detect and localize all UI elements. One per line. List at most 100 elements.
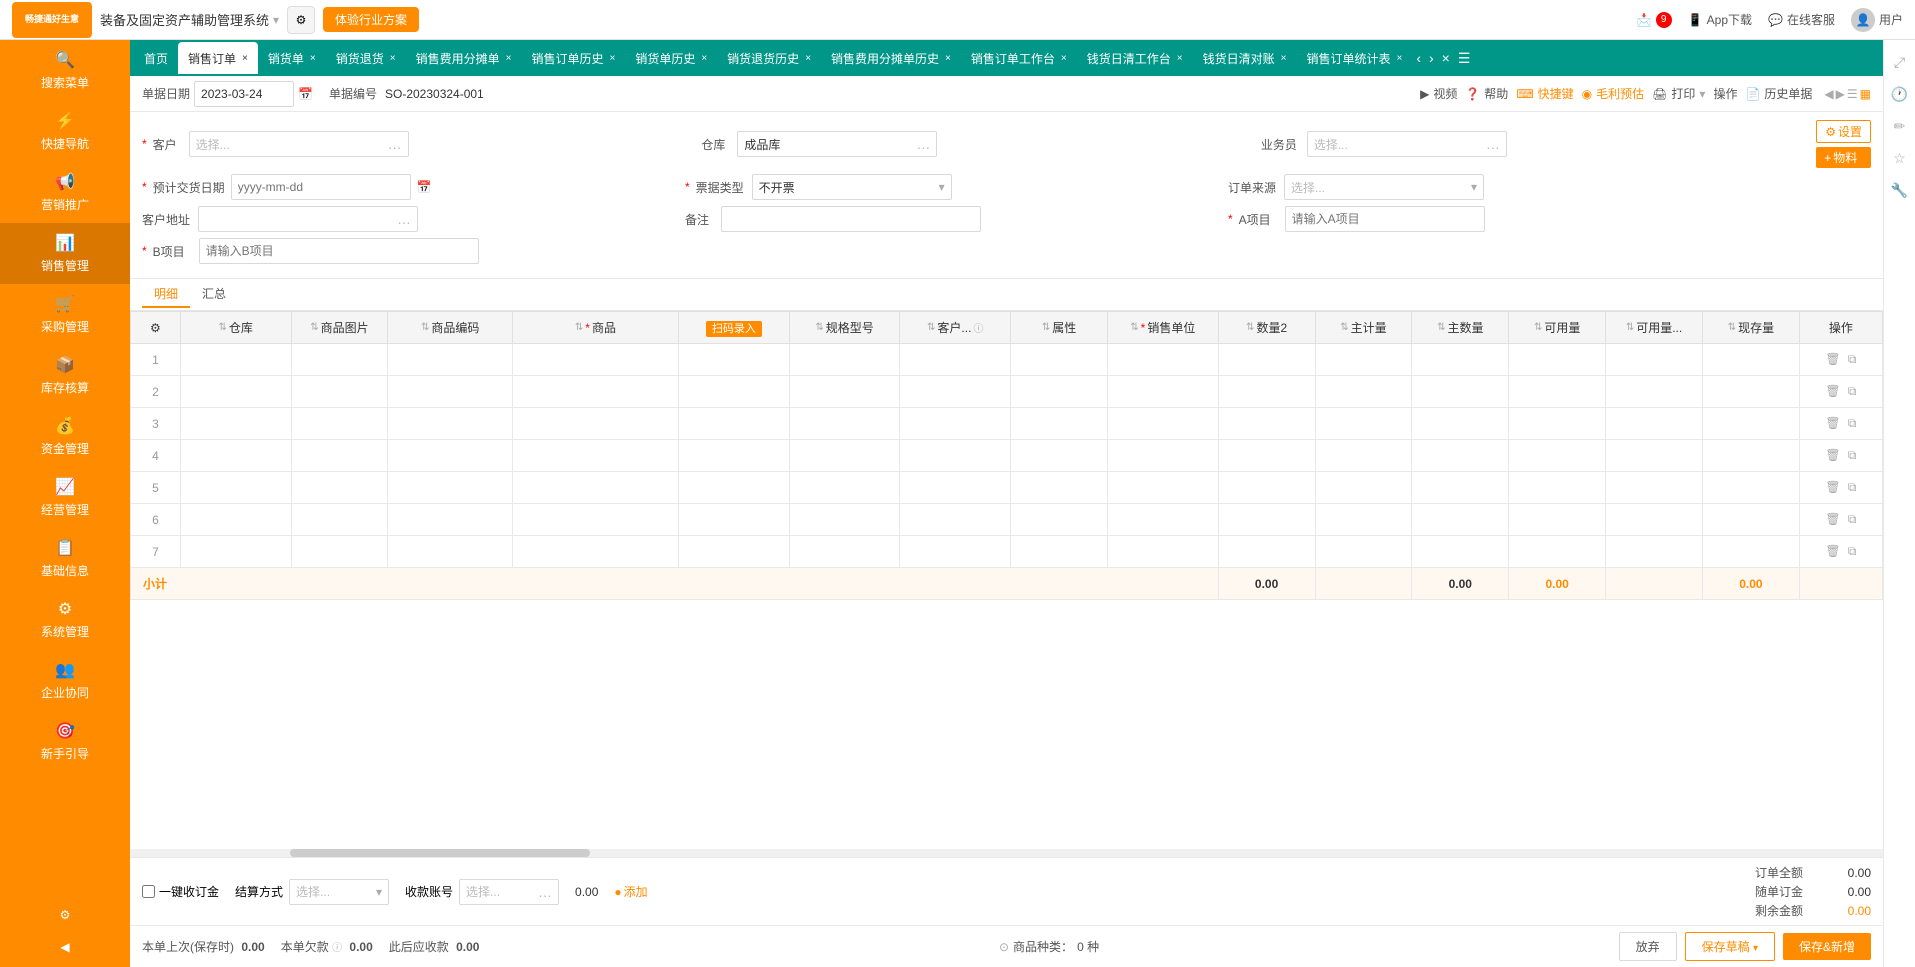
tab-order-history[interactable]: 销售订单历史 × bbox=[521, 42, 625, 74]
tab-return-history[interactable]: 销货退货历史 × bbox=[717, 42, 821, 74]
row3-main-qty[interactable] bbox=[1412, 408, 1509, 440]
online-service-button[interactable]: 💬 在线客服 bbox=[1768, 11, 1835, 28]
sidebar-item-system[interactable]: ⚙ 系统管理 bbox=[0, 589, 130, 650]
row7-spec[interactable] bbox=[789, 536, 900, 568]
operate-button[interactable]: 操作 bbox=[1713, 85, 1737, 102]
sidebar-item-base[interactable]: 📋 基础信息 bbox=[0, 528, 130, 589]
order-source-select[interactable]: 选择... ▾ bbox=[1284, 174, 1484, 200]
row6-unit[interactable] bbox=[1107, 504, 1218, 536]
tools-icon[interactable]: 🔧 bbox=[1886, 176, 1914, 204]
address-input[interactable]: … bbox=[198, 206, 418, 232]
row7-product[interactable] bbox=[512, 536, 678, 568]
expand-icon[interactable]: ⤢ bbox=[1886, 48, 1914, 76]
help-button[interactable]: ❓ 帮助 bbox=[1465, 85, 1508, 102]
row5-qty2[interactable] bbox=[1218, 472, 1315, 504]
row4-unit[interactable] bbox=[1107, 440, 1218, 472]
row6-product[interactable] bbox=[512, 504, 678, 536]
staff-select[interactable]: 选择... … bbox=[1307, 131, 1507, 157]
sidebar-collapse-icon[interactable]: ◀ bbox=[53, 935, 77, 959]
scroll-bar[interactable] bbox=[290, 849, 590, 857]
quick-pay-input[interactable] bbox=[142, 885, 155, 898]
th-code[interactable]: ⇅商品编码 bbox=[388, 312, 513, 344]
row1-customer-code[interactable] bbox=[900, 344, 1011, 376]
row7-delete-icon[interactable]: 🗑 bbox=[1825, 544, 1840, 558]
row3-action[interactable]: 🗑 ⧉ bbox=[1799, 408, 1882, 440]
user-menu-button[interactable]: 👤 用户 bbox=[1851, 8, 1903, 32]
th-attr[interactable]: ⇅属性 bbox=[1011, 312, 1108, 344]
row4-action[interactable]: 🗑 ⧉ bbox=[1799, 440, 1882, 472]
row5-warehouse[interactable] bbox=[180, 472, 291, 504]
row3-product[interactable] bbox=[512, 408, 678, 440]
row5-code[interactable] bbox=[388, 472, 513, 504]
add-item-button[interactable]: + 物料 bbox=[1816, 147, 1871, 168]
row4-product[interactable] bbox=[512, 440, 678, 472]
row5-spec[interactable] bbox=[789, 472, 900, 504]
sidebar-item-search[interactable]: 🔍 搜索菜单 bbox=[0, 40, 130, 101]
tab-daily-reconcile-close[interactable]: × bbox=[1281, 53, 1287, 64]
discard-button[interactable]: 放弃 bbox=[1619, 932, 1677, 961]
row2-code[interactable] bbox=[388, 376, 513, 408]
row7-attr[interactable] bbox=[1011, 536, 1108, 568]
tab-fee-history[interactable]: 销售费用分摊单历史 × bbox=[821, 42, 961, 74]
row6-qty2[interactable] bbox=[1218, 504, 1315, 536]
tab-daily-reconcile[interactable]: 钱货日清对账 × bbox=[1193, 42, 1297, 74]
row5-delete-icon[interactable]: 🗑 bbox=[1825, 480, 1840, 494]
row3-unit[interactable] bbox=[1107, 408, 1218, 440]
row5-main-qty[interactable] bbox=[1412, 472, 1509, 504]
sidebar-item-collab[interactable]: 👥 企业协同 bbox=[0, 650, 130, 711]
tab-workbench-close[interactable]: × bbox=[1061, 53, 1067, 64]
row6-attr[interactable] bbox=[1011, 504, 1108, 536]
tab-fee-split[interactable]: 销售费用分摊单 × bbox=[406, 42, 522, 74]
tab-return-history-close[interactable]: × bbox=[805, 53, 811, 64]
a-project-input[interactable] bbox=[1285, 206, 1485, 232]
row6-delete-icon[interactable]: 🗑 bbox=[1825, 512, 1840, 526]
row3-copy-icon[interactable]: ⧉ bbox=[1848, 416, 1857, 430]
row2-product[interactable] bbox=[512, 376, 678, 408]
row2-customer-code[interactable] bbox=[900, 376, 1011, 408]
tab-menu-button[interactable]: ☰ bbox=[1454, 50, 1475, 67]
row7-unit[interactable] bbox=[1107, 536, 1218, 568]
row1-product[interactable] bbox=[512, 344, 678, 376]
row2-unit[interactable] bbox=[1107, 376, 1218, 408]
tab-stats-close[interactable]: × bbox=[1396, 53, 1402, 64]
settings-gear-button[interactable]: ⚙ bbox=[287, 6, 315, 34]
sidebar-item-guide[interactable]: 🎯 新手引导 bbox=[0, 711, 130, 772]
row4-warehouse[interactable] bbox=[180, 440, 291, 472]
delivery-date-input[interactable] bbox=[231, 174, 411, 200]
th-avail2[interactable]: ⇅可用量... bbox=[1606, 312, 1703, 344]
th-settings[interactable]: ⚙ bbox=[131, 312, 181, 344]
row2-main-qty[interactable] bbox=[1412, 376, 1509, 408]
customer-dots[interactable]: … bbox=[388, 136, 402, 152]
row7-customer-code[interactable] bbox=[900, 536, 1011, 568]
row3-customer-code[interactable] bbox=[900, 408, 1011, 440]
row3-attr[interactable] bbox=[1011, 408, 1108, 440]
sidebar-item-purchase[interactable]: 🛒 采购管理 bbox=[0, 284, 130, 345]
row1-warehouse[interactable] bbox=[180, 344, 291, 376]
row4-code[interactable] bbox=[388, 440, 513, 472]
clock-icon[interactable]: 🕐 bbox=[1886, 80, 1914, 108]
sidebar-item-nav[interactable]: ⚡ 快捷导航 bbox=[0, 101, 130, 162]
row3-spec[interactable] bbox=[789, 408, 900, 440]
row5-action[interactable]: 🗑 ⧉ bbox=[1799, 472, 1882, 504]
row1-main-qty[interactable] bbox=[1412, 344, 1509, 376]
row2-spec[interactable] bbox=[789, 376, 900, 408]
sidebar-item-inventory[interactable]: 📦 库存核算 bbox=[0, 345, 130, 406]
row2-delete-icon[interactable]: 🗑 bbox=[1825, 384, 1840, 398]
print-button[interactable]: 🖨 打印 ▾ bbox=[1652, 85, 1705, 102]
tab-sales-invoice-close[interactable]: × bbox=[310, 53, 316, 64]
th-unit[interactable]: ⇅*销售单位 bbox=[1107, 312, 1218, 344]
warehouse-select[interactable]: 成品库 … bbox=[737, 131, 937, 157]
row3-warehouse[interactable] bbox=[180, 408, 291, 440]
row5-product[interactable] bbox=[512, 472, 678, 504]
row4-customer-code[interactable] bbox=[900, 440, 1011, 472]
customer-select[interactable]: 选择... … bbox=[189, 131, 409, 157]
row3-qty2[interactable] bbox=[1218, 408, 1315, 440]
tab-close-all-button[interactable]: × bbox=[1438, 50, 1454, 66]
date-input[interactable] bbox=[194, 81, 294, 107]
th-customer[interactable]: ⇅客户...ⓘ bbox=[900, 312, 1011, 344]
row5-copy-icon[interactable]: ⧉ bbox=[1848, 480, 1857, 494]
th-main-qty[interactable]: ⇅主数量 bbox=[1412, 312, 1509, 344]
row2-attr[interactable] bbox=[1011, 376, 1108, 408]
row6-code[interactable] bbox=[388, 504, 513, 536]
tab-daily-clear[interactable]: 钱货日清工作台 × bbox=[1077, 42, 1193, 74]
